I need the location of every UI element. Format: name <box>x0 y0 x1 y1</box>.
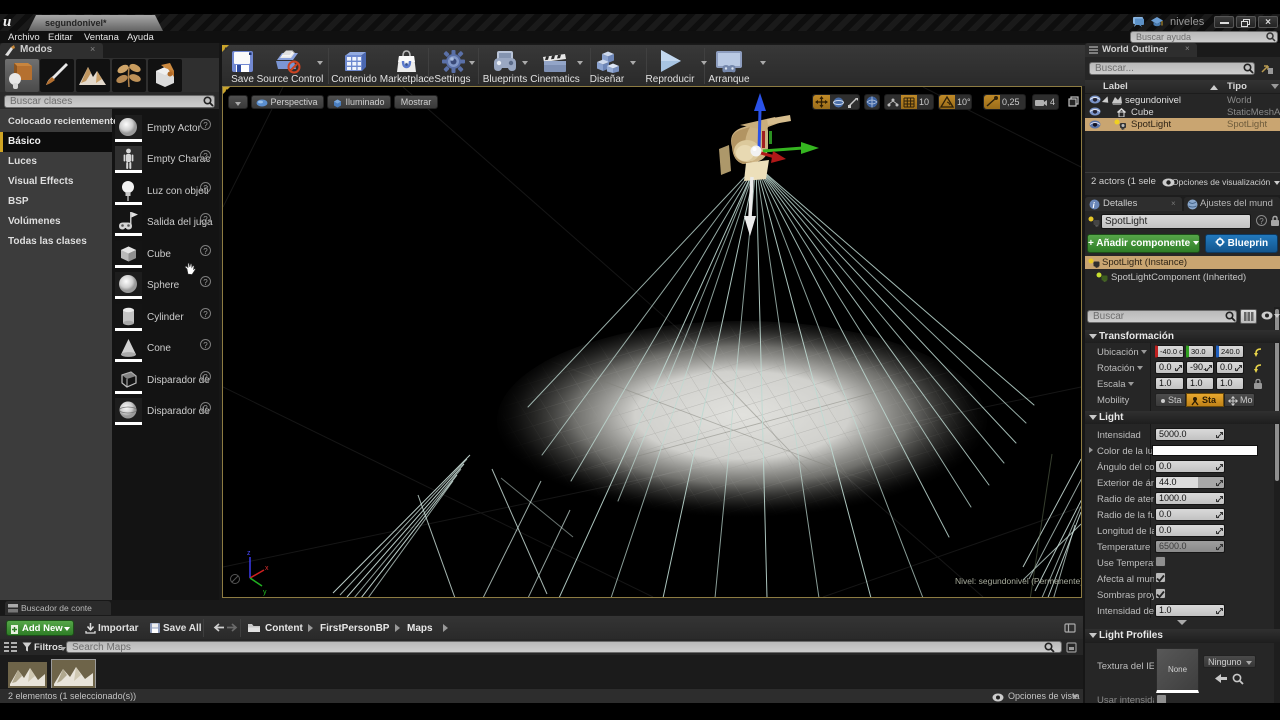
svg-text:z: z <box>247 550 251 557</box>
svg-text:Nivel: segundonivel (Permanen: Nivel: segundonivel (Permanente) <box>955 576 1081 586</box>
svg-text:y: y <box>263 589 267 596</box>
svg-text:x: x <box>265 565 269 572</box>
